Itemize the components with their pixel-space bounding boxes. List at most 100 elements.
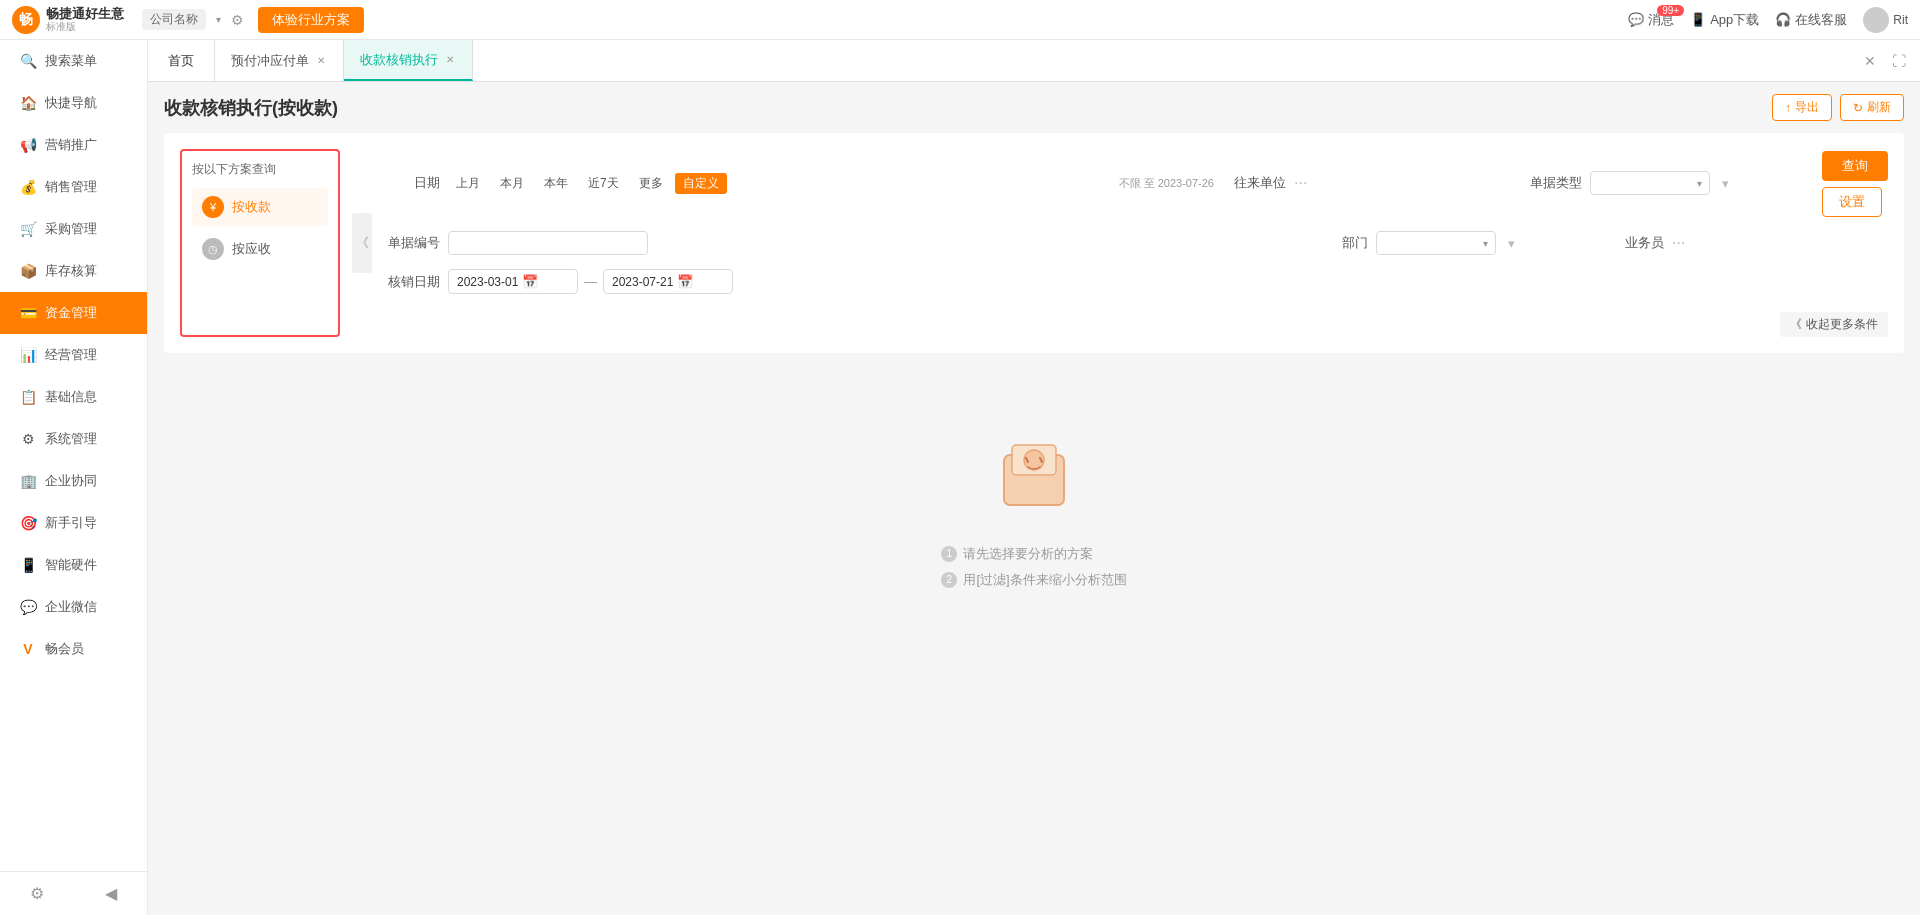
filter-collapse-button[interactable]: 《: [352, 213, 372, 273]
message-icon: 💬: [1628, 12, 1644, 27]
guide-icon: 🎯: [19, 515, 37, 531]
sidebar-item-marketing[interactable]: 📢 营销推广: [0, 124, 147, 166]
date-label: 日期: [384, 174, 440, 192]
sidebar-item-label: 企业协同: [45, 472, 97, 490]
filter-row-1: 日期 上月 本月 本年 近7天 更多 自定义 不限 至 2023-07-26: [384, 149, 1888, 217]
tab-prepay-label: 预付冲应付单: [231, 52, 309, 70]
collapse-more-button[interactable]: 《 收起更多条件: [1780, 312, 1888, 337]
online-service-label: 在线客服: [1795, 11, 1847, 29]
sidebar-item-hardware[interactable]: 📱 智能硬件: [0, 544, 147, 586]
filter-writeoff-date-field: 核销日期 2023-03-01 📅 — 2023-07-21 📅: [384, 269, 1888, 294]
tab-home[interactable]: 首页: [148, 40, 215, 81]
user-menu[interactable]: Rit: [1863, 7, 1908, 33]
sidebar-item-wechat[interactable]: 💬 企业微信: [0, 586, 147, 628]
solution-button[interactable]: 体验行业方案: [258, 7, 364, 33]
sidebar-item-label: 资金管理: [45, 304, 97, 322]
tab-prepay[interactable]: 预付冲应付单 ✕: [215, 40, 344, 81]
filter-staff-field: 业务员 ···: [1608, 234, 1888, 252]
date-custom-btn[interactable]: 自定义: [675, 173, 727, 194]
sidebar-item-guide[interactable]: 🎯 新手引导: [0, 502, 147, 544]
filter-settings-button[interactable]: 设置: [1822, 187, 1882, 217]
app-logo: 畅 畅捷通好生意 标准版: [12, 6, 124, 34]
sidebar-item-purchase[interactable]: 🛒 采购管理: [0, 208, 147, 250]
sidebar-bottom: ⚙ ◀︎: [0, 871, 147, 915]
settings-icon[interactable]: ⚙: [231, 12, 244, 28]
filter-option-by-collection[interactable]: ¥ 按收款: [192, 188, 328, 226]
sidebar-item-label: 畅会员: [45, 640, 84, 658]
sidebar-item-quick-nav[interactable]: 🏠 快捷导航: [0, 82, 147, 124]
date-more-btn[interactable]: 更多: [631, 173, 671, 194]
basic-icon: 📋: [19, 389, 37, 405]
date-this-year-btn[interactable]: 本年: [536, 173, 576, 194]
sidebar-item-search[interactable]: 🔍 搜索菜单: [0, 40, 147, 82]
date-quick-options: 上月 本月 本年 近7天 更多 自定义: [448, 173, 727, 194]
content-area: 首页 预付冲应付单 ✕ 收款核销执行 ✕ ✕ ⛶ 收款核销执行(按收款): [148, 40, 1920, 915]
filter-row-2: 单据编号 部门 ▾: [384, 231, 1888, 255]
writeoff-end-date-input[interactable]: 2023-07-21 📅: [603, 269, 733, 294]
filter-date-field: 日期 上月 本月 本年 近7天 更多 自定义: [384, 173, 1103, 194]
brand-sub: 标准版: [46, 21, 124, 33]
writeoff-start-date-input[interactable]: 2023-03-01 📅: [448, 269, 578, 294]
sidebar-item-label: 库存核算: [45, 262, 97, 280]
message-button[interactable]: 💬 消息 99+: [1628, 11, 1674, 29]
department-dropdown-icon[interactable]: ▾: [1508, 236, 1515, 251]
sidebar-item-member[interactable]: V 畅会员: [0, 628, 147, 670]
sidebar-item-enterprise[interactable]: 🏢 企业协同: [0, 460, 147, 502]
tab-collection-close-icon[interactable]: ✕: [444, 52, 456, 67]
page-header: 收款核销执行(按收款) ↑ 导出 ↻ 刷新: [164, 94, 1904, 121]
doctype-select[interactable]: [1590, 171, 1710, 195]
purchase-icon: 🛒: [19, 221, 37, 237]
sidebar-item-basic[interactable]: 📋 基础信息: [0, 376, 147, 418]
refresh-button[interactable]: ↻ 刷新: [1840, 94, 1904, 121]
calendar-end-icon: 📅: [677, 274, 693, 289]
collapse-sidebar-icon[interactable]: ◀︎: [101, 880, 121, 907]
sidebar-item-system[interactable]: ⚙ 系统管理: [0, 418, 147, 460]
tabbar-actions: ✕ ⛶: [1858, 49, 1920, 73]
export-button[interactable]: ↑ 导出: [1772, 94, 1832, 121]
tab-prepay-close-icon[interactable]: ✕: [315, 53, 327, 68]
date-this-month-btn[interactable]: 本月: [492, 173, 532, 194]
tab-expand-icon[interactable]: ⛶: [1886, 49, 1912, 73]
avatar: [1863, 7, 1889, 33]
app-download-button[interactable]: 📱 App下载: [1690, 11, 1759, 29]
staff-label: 业务员: [1608, 234, 1664, 252]
filter-option-by-receivable[interactable]: ◷ 按应收: [192, 230, 328, 268]
company-selector[interactable]: 公司名称: [142, 9, 206, 30]
doctype-dropdown-icon[interactable]: ▾: [1722, 176, 1729, 191]
date-last-month-btn[interactable]: 上月: [448, 173, 488, 194]
staff-more-icon[interactable]: ···: [1672, 234, 1685, 252]
writeoff-start-date-value: 2023-03-01: [457, 275, 518, 289]
sidebar-item-sales[interactable]: 💰 销售管理: [0, 166, 147, 208]
tab-close-all-icon[interactable]: ✕: [1858, 49, 1882, 73]
filter-option-collection-label: 按收款: [232, 198, 271, 216]
query-button[interactable]: 查询: [1822, 151, 1888, 181]
doctype-select-wrapper: [1590, 171, 1710, 195]
counterpart-label: 往来单位: [1230, 174, 1286, 192]
query-btn-col: 查询 设置: [1822, 149, 1888, 217]
filter-doctype-field: 单据类型 ▾: [1526, 171, 1806, 195]
system-icon: ⚙: [19, 431, 37, 447]
sidebar-item-finance[interactable]: 💳 资金管理: [0, 292, 147, 334]
operation-icon: 📊: [19, 347, 37, 363]
logo-icon: 畅: [12, 6, 40, 34]
department-select[interactable]: [1376, 231, 1496, 255]
tab-collection[interactable]: 收款核销执行 ✕: [344, 40, 473, 81]
filter-right-form: 日期 上月 本月 本年 近7天 更多 自定义 不限 至 2023-07-26: [384, 149, 1888, 337]
sidebar-item-label: 营销推广: [45, 136, 97, 154]
company-chevron-icon[interactable]: ▾: [216, 14, 221, 25]
hardware-icon: 📱: [19, 557, 37, 573]
counterpart-more-icon[interactable]: ···: [1294, 174, 1307, 192]
sidebar-item-operation[interactable]: 📊 经营管理: [0, 334, 147, 376]
settings-bottom-icon[interactable]: ⚙: [26, 880, 48, 907]
collapse-more-section: 《 收起更多条件: [384, 312, 1888, 337]
sidebar: 🔍 搜索菜单 🏠 快捷导航 📢 营销推广 💰 销售管理 🛒 采购管理 📦 库存核…: [0, 40, 148, 915]
online-service-button[interactable]: 🎧 在线客服: [1775, 11, 1847, 29]
sidebar-item-inventory[interactable]: 📦 库存核算: [0, 250, 147, 292]
message-badge: 99+: [1657, 5, 1684, 16]
date-7days-btn[interactable]: 近7天: [580, 173, 627, 194]
empty-tips: 1 请先选择要分析的方案 2 用[过滤]条件来缩小分析范围: [941, 541, 1126, 593]
page-title: 收款核销执行(按收款): [164, 96, 338, 120]
empty-tip-2: 2 用[过滤]条件来缩小分析范围: [941, 567, 1126, 593]
doctype-label: 单据类型: [1526, 174, 1582, 192]
docno-input[interactable]: [448, 231, 648, 255]
